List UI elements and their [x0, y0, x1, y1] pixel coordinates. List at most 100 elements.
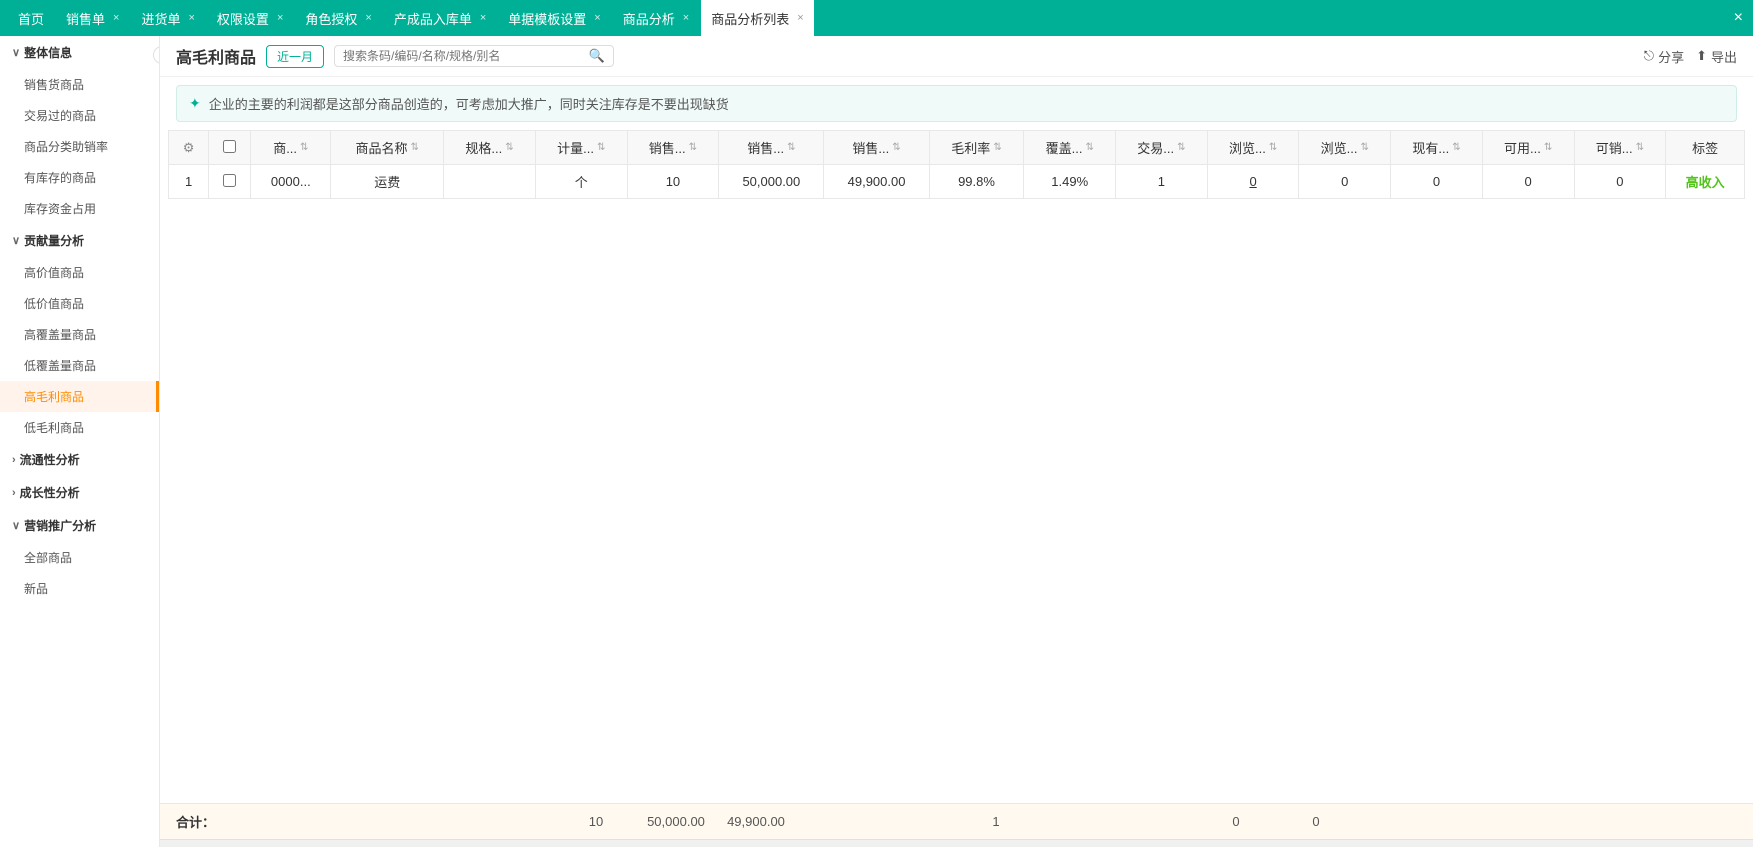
row-select-checkbox[interactable]: [223, 174, 236, 187]
sidebar-item-0-4[interactable]: 库存资金占用: [0, 193, 159, 224]
sort-icon-8[interactable]: ⇅: [892, 142, 900, 153]
sidebar-item-0-0[interactable]: 销售货商品: [0, 69, 159, 100]
nav-item-0[interactable]: 首页: [8, 0, 54, 36]
row-current-stock: 0: [1391, 165, 1483, 199]
sidebar-group-1[interactable]: ∨贡献量分析: [0, 224, 159, 257]
export-button[interactable]: ⬆ 导出: [1696, 47, 1737, 66]
sidebar-group-3[interactable]: ›成长性分析: [0, 476, 159, 509]
table-col-header-1: [209, 131, 251, 165]
sort-icon-13[interactable]: ⇅: [1361, 142, 1369, 153]
nav-item-5[interactable]: 产成品入库单×: [384, 0, 496, 36]
nav-close-icon-2[interactable]: ×: [188, 12, 194, 24]
select-all-checkbox[interactable]: [223, 140, 236, 153]
nav-item-4[interactable]: 角色授权×: [295, 0, 381, 36]
col-label-16: 可销...: [1596, 138, 1633, 157]
table-col-header-2[interactable]: 商...⇅: [251, 131, 331, 165]
sidebar-group-2[interactable]: ›流通性分析: [0, 443, 159, 476]
row-view2: 0: [1299, 165, 1391, 199]
table-col-header-0: ⚙: [169, 131, 209, 165]
sidebar-group-0[interactable]: ∨整体信息: [0, 36, 159, 69]
footer-sales-profit: 49,900.00: [716, 814, 796, 829]
sort-icon-9[interactable]: ⇅: [993, 142, 1001, 153]
col-label-2: 商...: [273, 138, 297, 157]
sort-icon-10[interactable]: ⇅: [1085, 142, 1093, 153]
nav-close-icon-4[interactable]: ×: [365, 12, 371, 24]
table-col-header-8[interactable]: 销售...⇅: [824, 131, 929, 165]
sort-icon-3[interactable]: ⇅: [411, 142, 419, 153]
nav-item-8[interactable]: 商品分析列表×: [701, 0, 813, 36]
table-col-header-17: 标签: [1666, 131, 1745, 165]
row-gross-margin: 99.8%: [929, 165, 1024, 199]
sidebar-item-1-3[interactable]: 低覆盖量商品: [0, 350, 159, 381]
export-icon: ⬆: [1696, 48, 1707, 64]
sidebar-item-1-0[interactable]: 高价值商品: [0, 257, 159, 288]
row-name: 运费: [331, 165, 444, 199]
sort-icon-16[interactable]: ⇅: [1636, 142, 1644, 153]
table-col-header-6[interactable]: 销售...⇅: [627, 131, 719, 165]
sidebar-item-4-0[interactable]: 全部商品: [0, 542, 159, 573]
nav-close-icon-1[interactable]: ×: [113, 12, 119, 24]
table-col-header-3[interactable]: 商品名称⇅: [331, 131, 444, 165]
sidebar-item-0-2[interactable]: 商品分类助销率: [0, 131, 159, 162]
sort-icon-11[interactable]: ⇅: [1177, 142, 1185, 153]
row-view1-link[interactable]: 0: [1249, 174, 1256, 189]
sidebar-item-1-5[interactable]: 低毛利商品: [0, 412, 159, 443]
row-checkbox: [209, 165, 251, 199]
sidebar-group-arrow-1: ∨: [12, 234, 20, 247]
table-col-header-10[interactable]: 覆盖...⇅: [1024, 131, 1116, 165]
sidebar-item-4-1[interactable]: 新品: [0, 573, 159, 604]
sort-icon-5[interactable]: ⇅: [597, 142, 605, 153]
sort-icon-4[interactable]: ⇅: [505, 142, 513, 153]
sort-icon-14[interactable]: ⇅: [1452, 142, 1460, 153]
nav-item-1[interactable]: 销售单×: [56, 0, 129, 36]
table-col-header-9[interactable]: 毛利率⇅: [929, 131, 1024, 165]
table-col-header-16[interactable]: 可销...⇅: [1574, 131, 1666, 165]
table-col-header-11[interactable]: 交易...⇅: [1116, 131, 1208, 165]
sidebar-group-4[interactable]: ∨营销推广分析: [0, 509, 159, 542]
row-index: 1: [169, 165, 209, 199]
col-label-6: 销售...: [649, 138, 686, 157]
sidebar-item-0-1[interactable]: 交易过的商品: [0, 100, 159, 131]
table-col-header-13[interactable]: 浏览...⇅: [1299, 131, 1391, 165]
window-close-button[interactable]: ×: [1734, 9, 1743, 27]
nav-item-6[interactable]: 单据模板设置×: [498, 0, 610, 36]
sidebar-item-1-4[interactable]: 高毛利商品: [0, 381, 159, 412]
col-label-13: 浏览...: [1321, 138, 1358, 157]
sidebar-item-1-2[interactable]: 高覆盖量商品: [0, 319, 159, 350]
nav-close-icon-3[interactable]: ×: [277, 12, 283, 24]
sort-icon-6[interactable]: ⇅: [689, 142, 697, 153]
sort-icon-7[interactable]: ⇅: [787, 142, 795, 153]
nav-item-7[interactable]: 商品分析×: [613, 0, 699, 36]
nav-close-icon-6[interactable]: ×: [594, 12, 600, 24]
nav-close-icon-7[interactable]: ×: [683, 12, 689, 24]
table-col-header-5[interactable]: 计量...⇅: [535, 131, 627, 165]
row-spec: [444, 165, 536, 199]
data-table-wrapper: ⚙商...⇅商品名称⇅规格...⇅计量...⇅销售...⇅销售...⇅销售...…: [168, 130, 1745, 803]
content-header: 高毛利商品 近一月 🔍 ⎋ 分享 ⬆ 导出: [160, 36, 1753, 77]
nav-close-icon-8[interactable]: ×: [797, 12, 803, 24]
col-label-8: 销售...: [852, 138, 889, 157]
table-col-header-7[interactable]: 销售...⇅: [719, 131, 824, 165]
info-icon: ✦: [189, 95, 201, 112]
footer-transaction: 1: [956, 814, 1036, 829]
nav-item-3[interactable]: 权限设置×: [207, 0, 293, 36]
sidebar-item-1-1[interactable]: 低价值商品: [0, 288, 159, 319]
table-col-header-12[interactable]: 浏览...⇅: [1207, 131, 1299, 165]
search-input[interactable]: [343, 49, 583, 63]
share-button[interactable]: ⎋ 分享: [1644, 47, 1684, 66]
share-icon: ⎋: [1644, 48, 1654, 64]
sidebar-item-0-3[interactable]: 有库存的商品: [0, 162, 159, 193]
filter-recent-month-button[interactable]: 近一月: [266, 45, 324, 68]
sort-icon-15[interactable]: ⇅: [1544, 142, 1552, 153]
nav-item-2[interactable]: 进货单×: [131, 0, 204, 36]
nav-close-icon-5[interactable]: ×: [480, 12, 486, 24]
sort-icon-2[interactable]: ⇅: [300, 142, 308, 153]
search-icon[interactable]: 🔍: [589, 48, 605, 64]
settings-icon[interactable]: ⚙: [183, 140, 195, 155]
table-col-header-14[interactable]: 现有...⇅: [1391, 131, 1483, 165]
sort-icon-12[interactable]: ⇅: [1269, 142, 1277, 153]
table-col-header-4[interactable]: 规格...⇅: [444, 131, 536, 165]
table-col-header-15[interactable]: 可用...⇅: [1482, 131, 1574, 165]
row-coverage: 1.49%: [1024, 165, 1116, 199]
horizontal-scrollbar[interactable]: [160, 839, 1753, 847]
